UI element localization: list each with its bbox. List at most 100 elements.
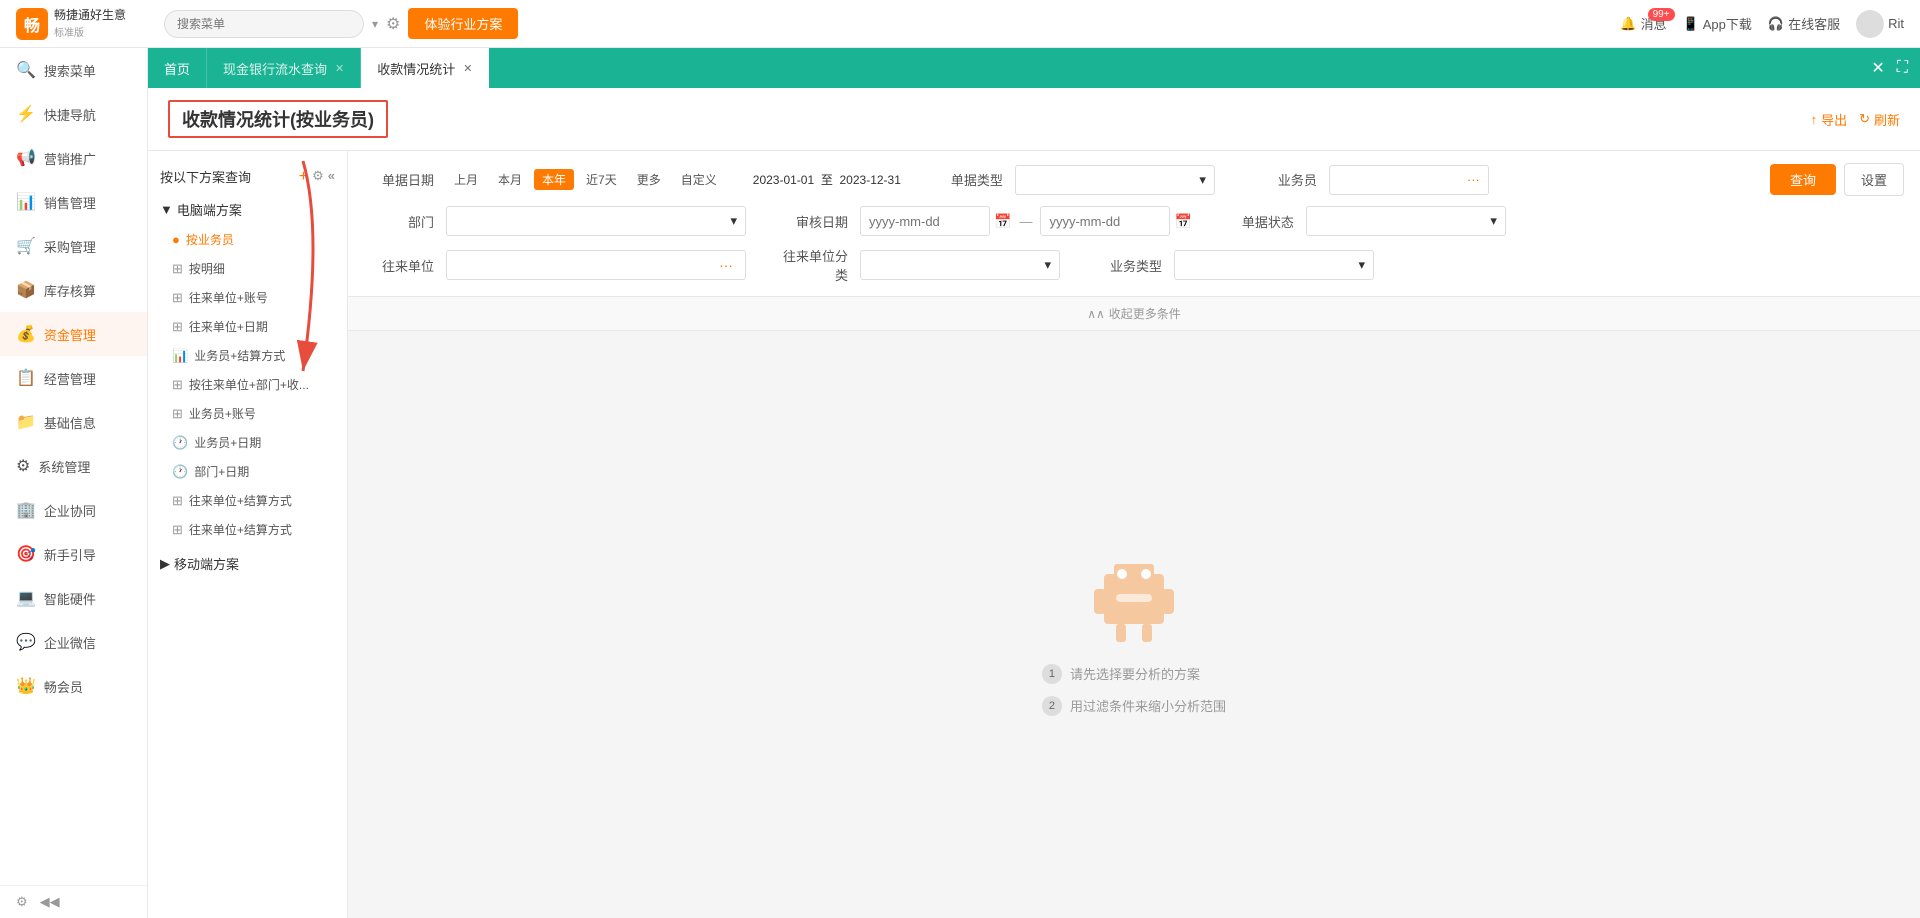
tab-close-icon[interactable]: ✕ (335, 62, 344, 75)
salesperson-select[interactable]: ··· (1329, 165, 1489, 195)
header-search-input[interactable] (164, 10, 364, 38)
review-date-start-input[interactable] (860, 206, 990, 236)
settings-gear-icon[interactable]: ⚙ (386, 14, 400, 34)
trial-button[interactable]: 体验行业方案 (408, 8, 518, 39)
app-download-item[interactable]: 📱 App下载 (1683, 14, 1752, 33)
collapse-bar[interactable]: ∧∧ 收起更多条件 (348, 297, 1920, 331)
mobile-section-title[interactable]: ▶ 移动端方案 (148, 548, 347, 579)
export-button[interactable]: ↑ 导出 (1811, 110, 1848, 129)
partner-account-icon: ⊞ (172, 290, 183, 306)
expand-mobile-arrow-icon: ▶ (160, 556, 170, 572)
tab-home[interactable]: 首页 (148, 48, 207, 88)
dropdown-arrow-icon[interactable]: ▾ (372, 17, 378, 31)
sidebar-item-finance[interactable]: 💰 资金管理 (0, 312, 147, 356)
left-panel-header: 按以下方案查询 + ⚙ « (148, 159, 347, 194)
sidebar-item-enterprise[interactable]: 🏢 企业协同 (0, 488, 147, 532)
user-area[interactable]: Rit (1856, 10, 1904, 38)
tab-close-active-icon[interactable]: ✕ (463, 62, 472, 75)
online-service-item[interactable]: 🎧 在线客服 (1768, 14, 1840, 33)
partner-settle2-icon: ⊞ (172, 522, 183, 538)
collapse-bottom-icon[interactable]: ◀◀ (40, 894, 60, 910)
sidebar-item-sales[interactable]: 📊 销售管理 (0, 180, 147, 224)
sidebar-item-wechat[interactable]: 💬 企业微信 (0, 620, 147, 664)
settings-bottom-icon[interactable]: ⚙ (16, 894, 28, 910)
partner-select[interactable]: ··· (446, 250, 746, 280)
tab-bar-right: ✕ ⛶ (1871, 48, 1920, 88)
schema-item-by-salesperson[interactable]: ● 按业务员 (148, 225, 347, 254)
this-month-tab[interactable]: 本月 (490, 169, 530, 190)
schema-item-partner-settle1[interactable]: ⊞ 往来单位+结算方式 (148, 486, 347, 515)
mobile-schema-section: ▶ 移动端方案 (148, 548, 347, 579)
sidebar-item-member[interactable]: 👑 畅会员 (0, 664, 147, 708)
last-7-tab[interactable]: 近7天 (578, 169, 625, 190)
page-title-box: 收款情况统计(按业务员) (168, 100, 388, 138)
sales-icon: 📊 (16, 192, 36, 212)
filter-action-buttons: 查询 设置 (1770, 163, 1904, 196)
schema-item-partner-settle2[interactable]: ⊞ 往来单位+结算方式 (148, 515, 347, 544)
schema-item-dept-date[interactable]: 🕐 部门+日期 (148, 457, 347, 486)
schema-settings-icon[interactable]: ⚙ (312, 168, 324, 186)
partner-category-select[interactable]: ▾ (860, 250, 1060, 280)
schema-item-partner-date[interactable]: ⊞ 往来单位+日期 (148, 312, 347, 341)
tab-bank-flow[interactable]: 现金银行流水查询 ✕ (207, 48, 361, 88)
review-date-end-input[interactable] (1040, 206, 1170, 236)
query-button[interactable]: 查询 (1770, 164, 1836, 195)
schema-item-by-detail[interactable]: ⊞ 按明细 (148, 254, 347, 283)
calendar-start-icon[interactable]: 📅 (994, 213, 1011, 230)
refresh-button[interactable]: ↻ 刷新 (1859, 110, 1900, 129)
sidebar-item-marketing[interactable]: 📢 营销推广 (0, 136, 147, 180)
voucher-status-select[interactable]: ▾ (1306, 206, 1506, 236)
sidebar-item-guide[interactable]: 🎯 新手引导 (0, 532, 147, 576)
voucher-type-select[interactable]: ▾ (1015, 165, 1215, 195)
sidebar-item-smart-hw[interactable]: 💻 智能硬件 (0, 576, 147, 620)
partner-label: 往来单位 (364, 256, 434, 275)
enterprise-icon: 🏢 (16, 500, 36, 520)
sidebar-item-purchase[interactable]: 🛒 采购管理 (0, 224, 147, 268)
calendar-end-icon[interactable]: 📅 (1174, 213, 1191, 230)
schema-item-label: 按业务员 (186, 231, 234, 248)
logo-name: 畅捷通好生意 (54, 8, 126, 24)
desktop-section-title[interactable]: ▼ 电脑端方案 (148, 194, 347, 225)
top-header: 畅 畅捷通好生意 标准版 ▾ ⚙ 体验行业方案 🔔 消息 99+ 📱 App下载… (0, 0, 1920, 48)
settings-button[interactable]: 设置 (1844, 163, 1904, 196)
left-panel-actions: + ⚙ « (299, 168, 335, 186)
date-divider: — (1015, 214, 1036, 229)
partner-more-icon[interactable]: ··· (715, 257, 737, 273)
more-tab[interactable]: 更多 (629, 169, 669, 190)
date-filter-label: 单据日期 (364, 170, 434, 189)
sidebar-item-sys-mgmt[interactable]: ⚙ 系统管理 (0, 444, 147, 488)
export-label: 导出 (1821, 110, 1847, 129)
expand-tab-btn[interactable]: ⛶ (1897, 59, 1908, 77)
tab-collection-stats[interactable]: 收款情况统计 ✕ (361, 48, 489, 88)
this-year-tab[interactable]: 本年 (534, 169, 574, 190)
custom-tab[interactable]: 自定义 (673, 169, 725, 190)
sidebar-item-operation[interactable]: 📋 经营管理 (0, 356, 147, 400)
sidebar-item-inventory[interactable]: 📦 库存核算 (0, 268, 147, 312)
add-schema-icon[interactable]: + (299, 168, 308, 186)
sidebar: 🔍 搜索菜单 ⚡ 快捷导航 📢 营销推广 📊 销售管理 🛒 采购管理 📦 库存核… (0, 48, 148, 918)
salesperson-more-icon[interactable]: ··· (1467, 172, 1480, 187)
schema-item-partner-account[interactable]: ⊞ 往来单位+账号 (148, 283, 347, 312)
page-content: 收款情况统计(按业务员) ↑ 导出 ↻ 刷新 (148, 88, 1920, 918)
quick-nav-icon: ⚡ (16, 104, 36, 124)
notification-item[interactable]: 🔔 消息 99+ (1620, 14, 1666, 33)
search-icon: 🔍 (16, 60, 36, 80)
schema-item-salesperson-settle[interactable]: 📊 业务员+结算方式 (148, 341, 347, 370)
biz-type-select[interactable]: ▾ (1174, 250, 1374, 280)
partner-settle1-icon: ⊞ (172, 493, 183, 509)
schema-item-salesperson-date[interactable]: 🕐 业务员+日期 (148, 428, 347, 457)
inventory-icon: 📦 (16, 280, 36, 300)
schema-item-partner-dept[interactable]: ⊞ 按往来单位+部门+收... (148, 370, 347, 399)
last-month-tab[interactable]: 上月 (446, 169, 486, 190)
sidebar-item-basic-info[interactable]: 📁 基础信息 (0, 400, 147, 444)
sidebar-item-search-menu[interactable]: 🔍 搜索菜单 (0, 48, 147, 92)
sidebar-item-quick-nav[interactable]: ⚡ 快捷导航 (0, 92, 147, 136)
sidebar-item-label: 快捷导航 (44, 105, 96, 124)
filter-row-2: 部门 ▾ 审核日期 📅 — 📅 (364, 206, 1904, 236)
left-panel-header-label: 按以下方案查询 (160, 167, 251, 186)
collapse-panel-icon[interactable]: « (328, 168, 335, 186)
schema-item-salesperson-account[interactable]: ⊞ 业务员+账号 (148, 399, 347, 428)
dept-select[interactable]: ▾ (446, 206, 746, 236)
sidebar-item-label: 采购管理 (44, 237, 96, 256)
close-tab-btn[interactable]: ✕ (1871, 58, 1884, 78)
